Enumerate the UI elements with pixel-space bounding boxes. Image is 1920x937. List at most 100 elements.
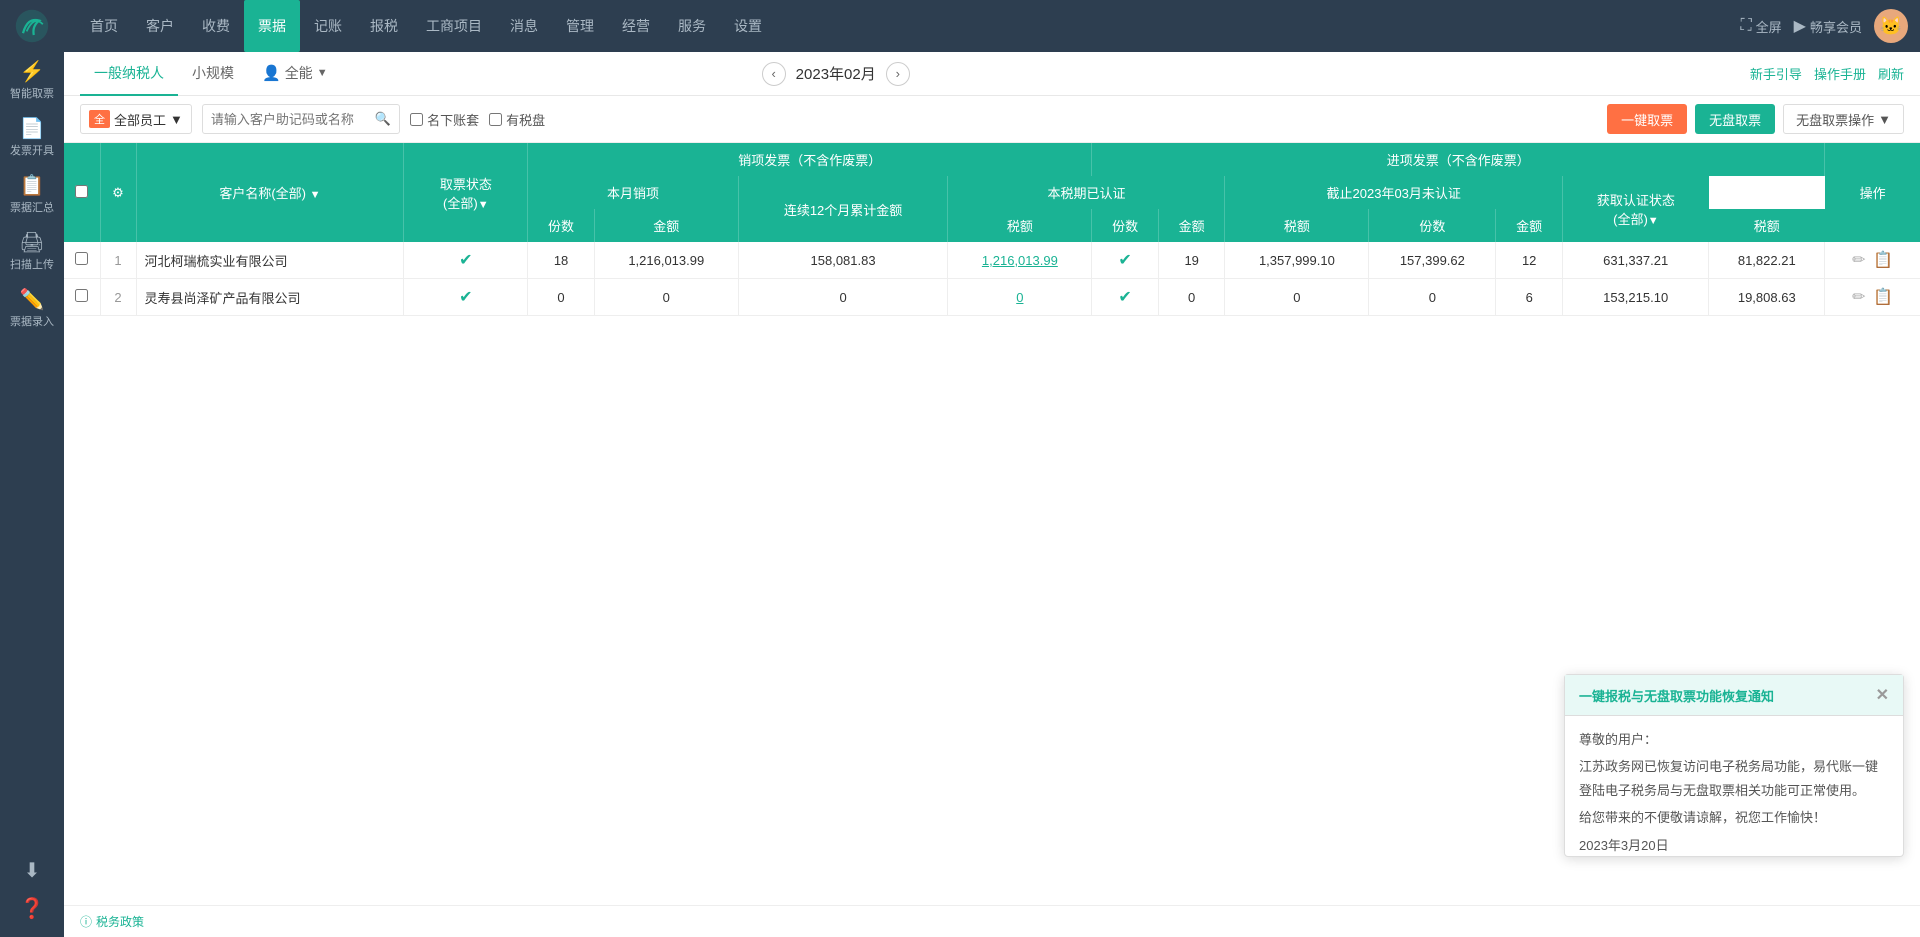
row-sales-amount: 1,216,013.99 — [594, 242, 738, 279]
select-all-checkbox[interactable] — [75, 185, 88, 198]
row-num: 2 — [100, 279, 136, 316]
col-fetch-status: 取票状态(全部)▼ — [404, 143, 528, 242]
tab-small[interactable]: 小规模 — [178, 52, 248, 96]
sidebar-item-help[interactable]: ❓ — [0, 889, 64, 927]
help-icon: ❓ — [20, 899, 45, 919]
filter-bar: 全 全部员工 ▼ 🔍 名下账套 有税盘 一键取票 无盘取票 无盘取票操作 — [64, 96, 1920, 143]
nav-bookkeeping[interactable]: 记账 — [300, 0, 356, 52]
no-disk-ops-btn[interactable]: 无盘取票操作 ▼ — [1783, 104, 1904, 134]
col-customer: 客户名称(全部) ▼ — [136, 143, 404, 242]
scan-upload-icon: 🖨 — [19, 233, 44, 253]
row-customer: 河北柯瑞梳实业有限公司 — [136, 242, 404, 279]
user-avatar[interactable]: 🐱 — [1874, 9, 1908, 43]
nav-message[interactable]: 消息 — [496, 0, 552, 52]
employee-select[interactable]: 全 全部员工 ▼ — [80, 104, 192, 134]
no-disk-fetch-btn[interactable]: 无盘取票 — [1695, 104, 1775, 134]
popup-content: 尊敬的用户：江苏政务网已恢复访问电子税务局功能，易代账一键登陆电子税务局与无盘取… — [1579, 728, 1889, 856]
fullscreen-btn[interactable]: ⛶ 全屏 — [1740, 17, 1781, 36]
search-input[interactable] — [211, 112, 371, 127]
sidebar-item-scan-upload[interactable]: 🖨 扫描上传 — [0, 223, 64, 280]
view-icon[interactable]: 📋 — [1873, 289, 1893, 306]
col-month-sales: 本月销项 — [528, 176, 738, 209]
col-uncert-tax: 税额 — [1709, 209, 1825, 242]
col-sales-amount: 金额 — [594, 209, 738, 242]
nav-invoice[interactable]: 票据 — [244, 0, 300, 52]
nav-tax[interactable]: 报税 — [356, 0, 412, 52]
row-sales-12m: 1,216,013.99 — [948, 242, 1092, 279]
sidebar-item-label: 智能取票 — [10, 85, 54, 101]
sidebar-item-invoice-summary[interactable]: 📋 票据汇总 — [0, 166, 64, 223]
refresh-link[interactable]: 刷新 — [1878, 64, 1904, 83]
sidebar-item-invoice-open[interactable]: 📄 发票开具 — [0, 109, 64, 166]
row-uncert-count: 6 — [1496, 279, 1563, 316]
search-wrap: 🔍 — [202, 104, 400, 134]
search-icon[interactable]: 🔍 — [375, 111, 391, 127]
row-cert-amount: 0 — [1225, 279, 1369, 316]
tab-bar-right: 新手引导 操作手册 刷新 — [1750, 64, 1904, 83]
view-icon[interactable]: 📋 — [1873, 252, 1893, 269]
row-cert-count: 0 — [1158, 279, 1225, 316]
row-actions: ✏ 📋 — [1825, 279, 1920, 316]
col-sales-count: 份数 — [528, 209, 595, 242]
nav-manage[interactable]: 管理 — [552, 0, 608, 52]
data-entry-icon: ✏️ — [20, 290, 45, 310]
nav-billing[interactable]: 收费 — [188, 0, 244, 52]
invoice-open-icon: 📄 — [20, 119, 45, 139]
sidebar-item-download[interactable]: ⬇ — [0, 851, 64, 889]
tab-all[interactable]: 👤 全能 ▼ — [248, 52, 342, 96]
col-sales-group: 销项发票（不含作废票） — [528, 143, 1092, 176]
tab-general[interactable]: 一般纳税人 — [80, 52, 178, 96]
sidebar-item-data-entry[interactable]: ✏️ 票据录入 — [0, 280, 64, 337]
popup-close-btn[interactable]: ✕ — [1876, 685, 1889, 705]
play-icon: ▶ — [1794, 16, 1806, 36]
fullscreen-label: 全屏 — [1756, 17, 1782, 36]
row-num: 1 — [100, 242, 136, 279]
checkbox-tax-disk-input[interactable] — [489, 113, 502, 126]
checkbox-named-accounts-input[interactable] — [410, 113, 423, 126]
row-uncert-amount: 631,337.21 — [1562, 242, 1708, 279]
edit-icon[interactable]: ✏ — [1852, 289, 1865, 306]
col-action: 操作 — [1825, 143, 1920, 242]
chevron-down-icon: ▼ — [317, 67, 328, 79]
checkbox-tax-disk[interactable]: 有税盘 — [489, 110, 545, 129]
tab-small-label: 小规模 — [192, 63, 234, 83]
row-cert-count: 19 — [1158, 242, 1225, 279]
one-key-fetch-btn[interactable]: 一键取票 — [1607, 104, 1687, 134]
manual-link[interactable]: 操作手册 — [1814, 64, 1866, 83]
row-sales-12m: 0 — [948, 279, 1092, 316]
edit-icon[interactable]: ✏ — [1852, 252, 1865, 269]
current-month: 2023年02月 — [796, 63, 876, 84]
sidebar-item-label: 发票开具 — [10, 142, 54, 158]
tax-policy-link[interactable]: 税务政策 — [96, 913, 144, 930]
new-guide-link[interactable]: 新手引导 — [1750, 64, 1802, 83]
row-checkbox-cell — [64, 279, 100, 316]
nav-customer[interactable]: 客户 — [132, 0, 188, 52]
popup-header: 一键报税与无盘取票功能恢复通知 ✕ — [1565, 675, 1903, 716]
row-checkbox[interactable] — [75, 289, 88, 302]
row-sales-tax: 0 — [738, 279, 948, 316]
prev-month-btn[interactable]: ‹ — [762, 62, 786, 86]
sidebar-item-smart-fetch[interactable]: ⚡ 智能取票 — [0, 52, 64, 109]
nav-service[interactable]: 服务 — [664, 0, 720, 52]
member-btn[interactable]: ▶ 畅享会员 — [1794, 16, 1862, 36]
checkbox-named-accounts[interactable]: 名下账套 — [410, 110, 479, 129]
popup-body: 尊敬的用户：江苏政务网已恢复访问电子税务局功能，易代账一键登陆电子税务局与无盘取… — [1565, 716, 1903, 856]
tab-general-label: 一般纳税人 — [94, 63, 164, 83]
settings-icon[interactable]: ⚙ — [112, 185, 124, 200]
row-cert-amount: 1,357,999.10 — [1225, 242, 1369, 279]
row-cert-tax: 0 — [1369, 279, 1496, 316]
next-month-btn[interactable]: › — [886, 62, 910, 86]
nav-settings[interactable]: 设置 — [720, 0, 776, 52]
nav-home[interactable]: 首页 — [76, 0, 132, 52]
row-certify-status: ✔ — [1092, 279, 1159, 316]
employee-tag: 全 — [89, 110, 110, 128]
row-checkbox[interactable] — [75, 252, 88, 265]
row-uncert-amount: 153,215.10 — [1562, 279, 1708, 316]
filter-right: 一键取票 无盘取票 无盘取票操作 ▼ — [1607, 104, 1904, 134]
row-uncert-tax: 81,822.21 — [1709, 242, 1825, 279]
nav-operate[interactable]: 经营 — [608, 0, 664, 52]
col-uncert-amount: 金额 — [1496, 209, 1563, 242]
sidebar: ⚡ 智能取票 📄 发票开具 📋 票据汇总 🖨 扫描上传 ✏️ 票据录入 ⬇ ❓ — [0, 0, 64, 937]
nav-business[interactable]: 工商项目 — [412, 0, 496, 52]
col-sales-tax: 税额 — [948, 209, 1092, 242]
